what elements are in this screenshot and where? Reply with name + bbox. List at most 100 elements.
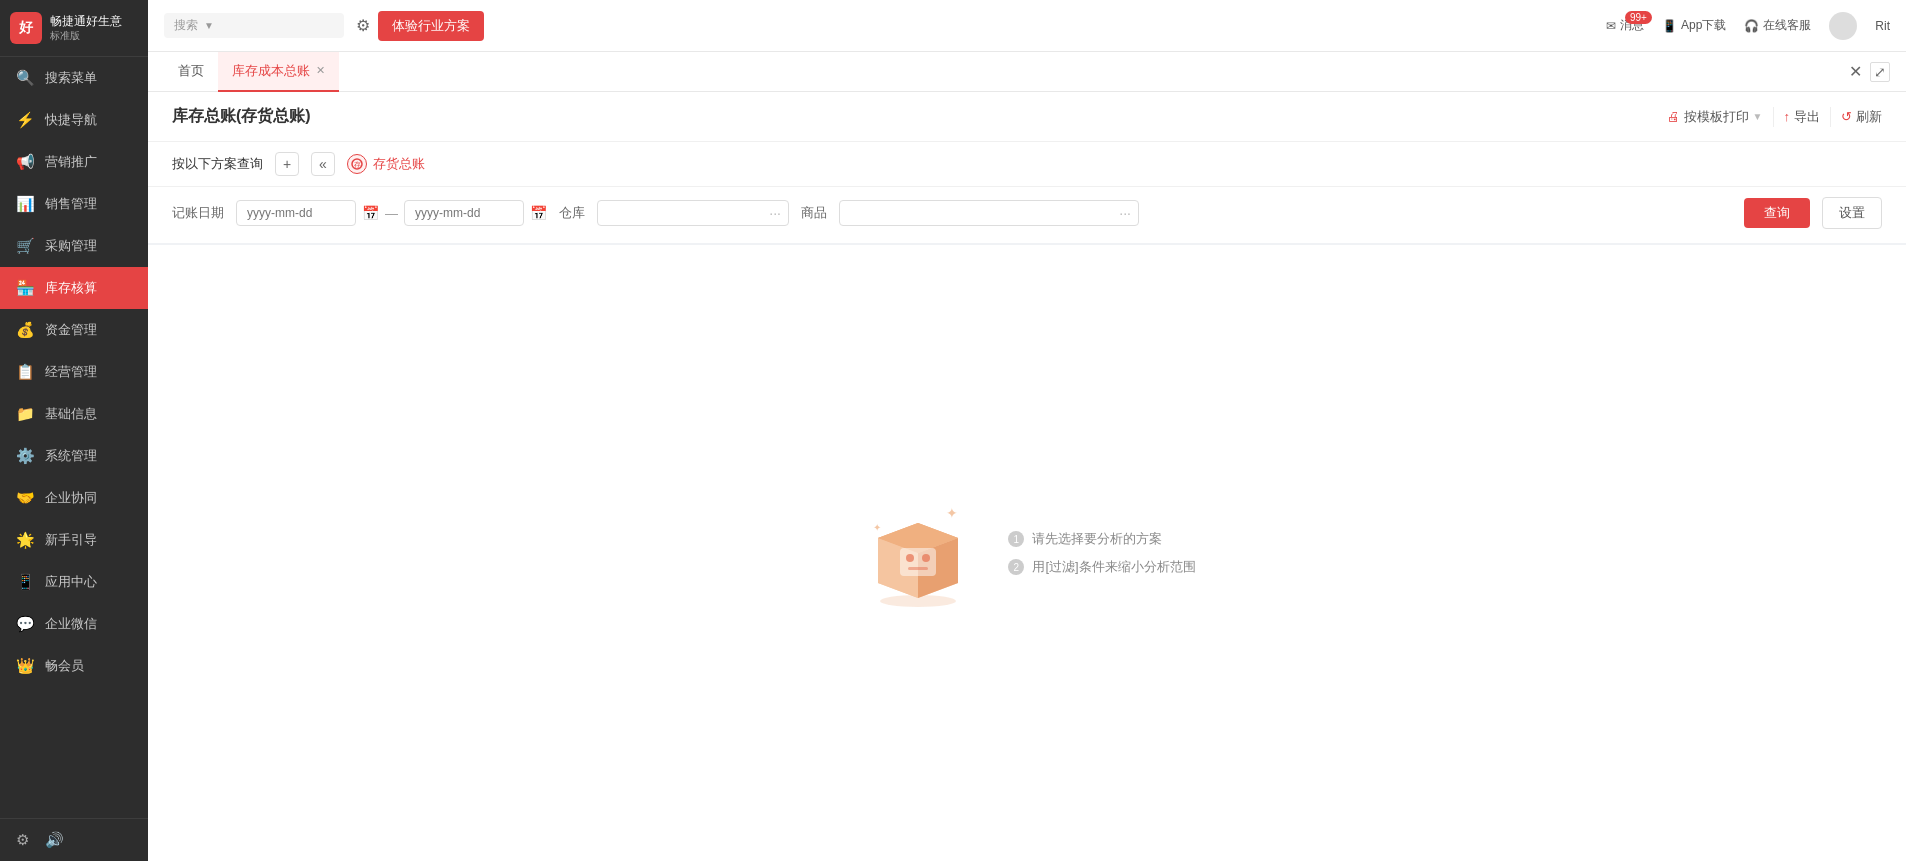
print-icon: 🖨 [1667,109,1680,124]
sidebar-settings-button[interactable]: ⚙ [16,831,29,849]
scheme-icon: 存 [351,158,363,170]
sidebar-item-system[interactable]: ⚙️ 系统管理 [0,435,148,477]
topbar-search-text: 搜索 [174,17,198,34]
product-select[interactable] [839,200,1139,226]
sidebar-item-wechat[interactable]: 💬 企业微信 [0,603,148,645]
sidebar-scroll: 🔍 搜索菜单 ⚡ 快捷导航 📢 营销推广 📊 销售管理 🛒 采购管理 🏪 库存核… [0,57,148,818]
empty-illustration: ✦ ✦ [858,493,978,613]
user-avatar [1829,12,1857,40]
sidebar-item-basic[interactable]: 📁 基础信息 [0,393,148,435]
system-icon: ⚙️ [16,447,35,465]
svg-text:存: 存 [354,161,361,168]
sidebar-item-quicknav[interactable]: ⚡ 快捷导航 [0,99,148,141]
empty-box-svg: ✦ ✦ [858,493,978,613]
sidebar-item-newbie[interactable]: 🌟 新手引导 [0,519,148,561]
date-field-label: 记账日期 [172,204,224,222]
refresh-button[interactable]: ↺ 刷新 [1841,108,1882,126]
header-actions: 🖨 按模板打印 ▼ ↑ 导出 ↺ 刷新 [1667,107,1882,127]
sidebar-item-sales[interactable]: 📊 销售管理 [0,183,148,225]
sidebar-item-corp[interactable]: 🤝 企业协同 [0,477,148,519]
divider1 [1773,107,1774,127]
filter-row: 记账日期 📅 — 📅 仓库 ··· 商品 ··· 查询 设置 [148,186,1906,243]
topbar-search-area[interactable]: 搜索 ▼ [164,13,344,38]
wechat-icon: 💬 [16,615,35,633]
sales-icon: 📊 [16,195,35,213]
warehouse-field-label: 仓库 [559,204,585,222]
date-start-input[interactable] [236,200,356,226]
basic-icon: 📁 [16,405,35,423]
apps-icon: 📱 [16,573,35,591]
scheme-label[interactable]: 存货总账 [373,155,425,173]
refresh-icon: ↺ [1841,109,1852,124]
tab-cost-ledger[interactable]: 库存成本总账 ✕ [218,52,339,92]
warehouse-select[interactable] [597,200,789,226]
date-separator: — [385,206,398,221]
svg-text:✦: ✦ [873,522,881,533]
logo-icon: 好 [10,12,42,44]
sidebar-audio-button[interactable]: 🔊 [45,831,64,849]
sidebar-item-finance[interactable]: 💰 资金管理 [0,309,148,351]
topbar: 搜索 ▼ ⚙ 体验行业方案 ✉ 消息 99+ 📱 App下载 🎧 在线客服 Ri… [148,0,1906,52]
date-end-input[interactable] [404,200,524,226]
sidebar-item-marketing[interactable]: 📢 营销推广 [0,141,148,183]
sidebar-item-purchase[interactable]: 🛒 采购管理 [0,225,148,267]
filter-scheme: 存 存货总账 [347,154,425,174]
member-icon: 👑 [16,657,35,675]
tab-close-icon[interactable]: ✕ [316,64,325,77]
message-icon: ✉ [1606,19,1616,33]
filter-bar: 按以下方案查询 + « 存 存货总账 [148,141,1906,186]
filter-add-button[interactable]: + [275,152,299,176]
product-field-label: 商品 [801,204,827,222]
svg-point-10 [922,554,930,562]
operations-icon: 📋 [16,363,35,381]
search-icon: 🔍 [16,69,35,87]
warehouse-select-wrapper: ··· [597,200,789,226]
topbar-settings-icon[interactable]: ⚙ [356,16,370,35]
scheme-tag-icon: 存 [347,154,367,174]
date-input-group: 📅 — 📅 [236,200,547,226]
empty-state: ✦ ✦ 1 请先选择要分析的方案 2 用[过滤]条件来缩小分析范围 [148,245,1906,861]
calendar-start-icon[interactable]: 📅 [362,205,379,221]
setting-button[interactable]: 设置 [1822,197,1882,229]
corp-icon: 🤝 [16,489,35,507]
sidebar-logo: 好 畅捷通好生意 标准版 [0,0,148,57]
export-button[interactable]: ↑ 导出 [1784,108,1821,126]
svg-point-9 [906,554,914,562]
industry-btn[interactable]: 体验行业方案 [378,11,484,41]
logo-text: 畅捷通好生意 标准版 [50,13,122,44]
marketing-icon: 📢 [16,153,35,171]
filter-collapse-button[interactable]: « [311,152,335,176]
print-template-button[interactable]: 🖨 按模板打印 ▼ [1667,108,1763,126]
print-chevron-icon[interactable]: ▼ [1753,111,1763,122]
sidebar-item-apps[interactable]: 📱 应用中心 [0,561,148,603]
empty-tip-2: 2 用[过滤]条件来缩小分析范围 [1008,558,1195,576]
online-service-button[interactable]: 🎧 在线客服 [1744,17,1811,34]
export-icon: ↑ [1784,109,1791,124]
username-label: Rit [1875,19,1890,33]
inventory-icon: 🏪 [16,279,35,297]
sidebar-item-search[interactable]: 🔍 搜索菜单 [0,57,148,99]
tabs-bar: 首页 库存成本总账 ✕ ✕ ⤢ [148,52,1906,92]
topbar-right: ✉ 消息 99+ 📱 App下载 🎧 在线客服 Rit [1606,12,1890,40]
sidebar: 好 畅捷通好生意 标准版 🔍 搜索菜单 ⚡ 快捷导航 📢 营销推广 📊 销售管理… [0,0,148,861]
svg-text:✦: ✦ [946,505,958,521]
finance-icon: 💰 [16,321,35,339]
page-title: 库存总账(存货总账) [172,106,311,127]
tab-home[interactable]: 首页 [164,52,218,92]
filter-scheme-label: 按以下方案查询 [172,155,263,173]
sidebar-item-inventory[interactable]: 🏪 库存核算 [0,267,148,309]
service-icon: 🎧 [1744,19,1759,33]
quicknav-icon: ⚡ [16,111,35,129]
app-download-button[interactable]: 📱 App下载 [1662,17,1726,34]
query-button[interactable]: 查询 [1744,198,1810,228]
sidebar-item-member[interactable]: 👑 畅会员 [0,645,148,687]
calendar-end-icon[interactable]: 📅 [530,205,547,221]
purchase-icon: 🛒 [16,237,35,255]
topbar-left: 搜索 ▼ ⚙ 体验行业方案 [164,11,1606,41]
panel-close-button[interactable]: ✕ [1849,62,1862,81]
content-area: 库存总账(存货总账) 🖨 按模板打印 ▼ ↑ 导出 ↺ 刷新 [148,92,1906,861]
panel-expand-icon[interactable]: ⤢ [1870,62,1890,82]
message-button[interactable]: ✉ 消息 99+ [1606,17,1644,34]
empty-tip-1: 1 请先选择要分析的方案 [1008,530,1195,548]
sidebar-item-operations[interactable]: 📋 经营管理 [0,351,148,393]
